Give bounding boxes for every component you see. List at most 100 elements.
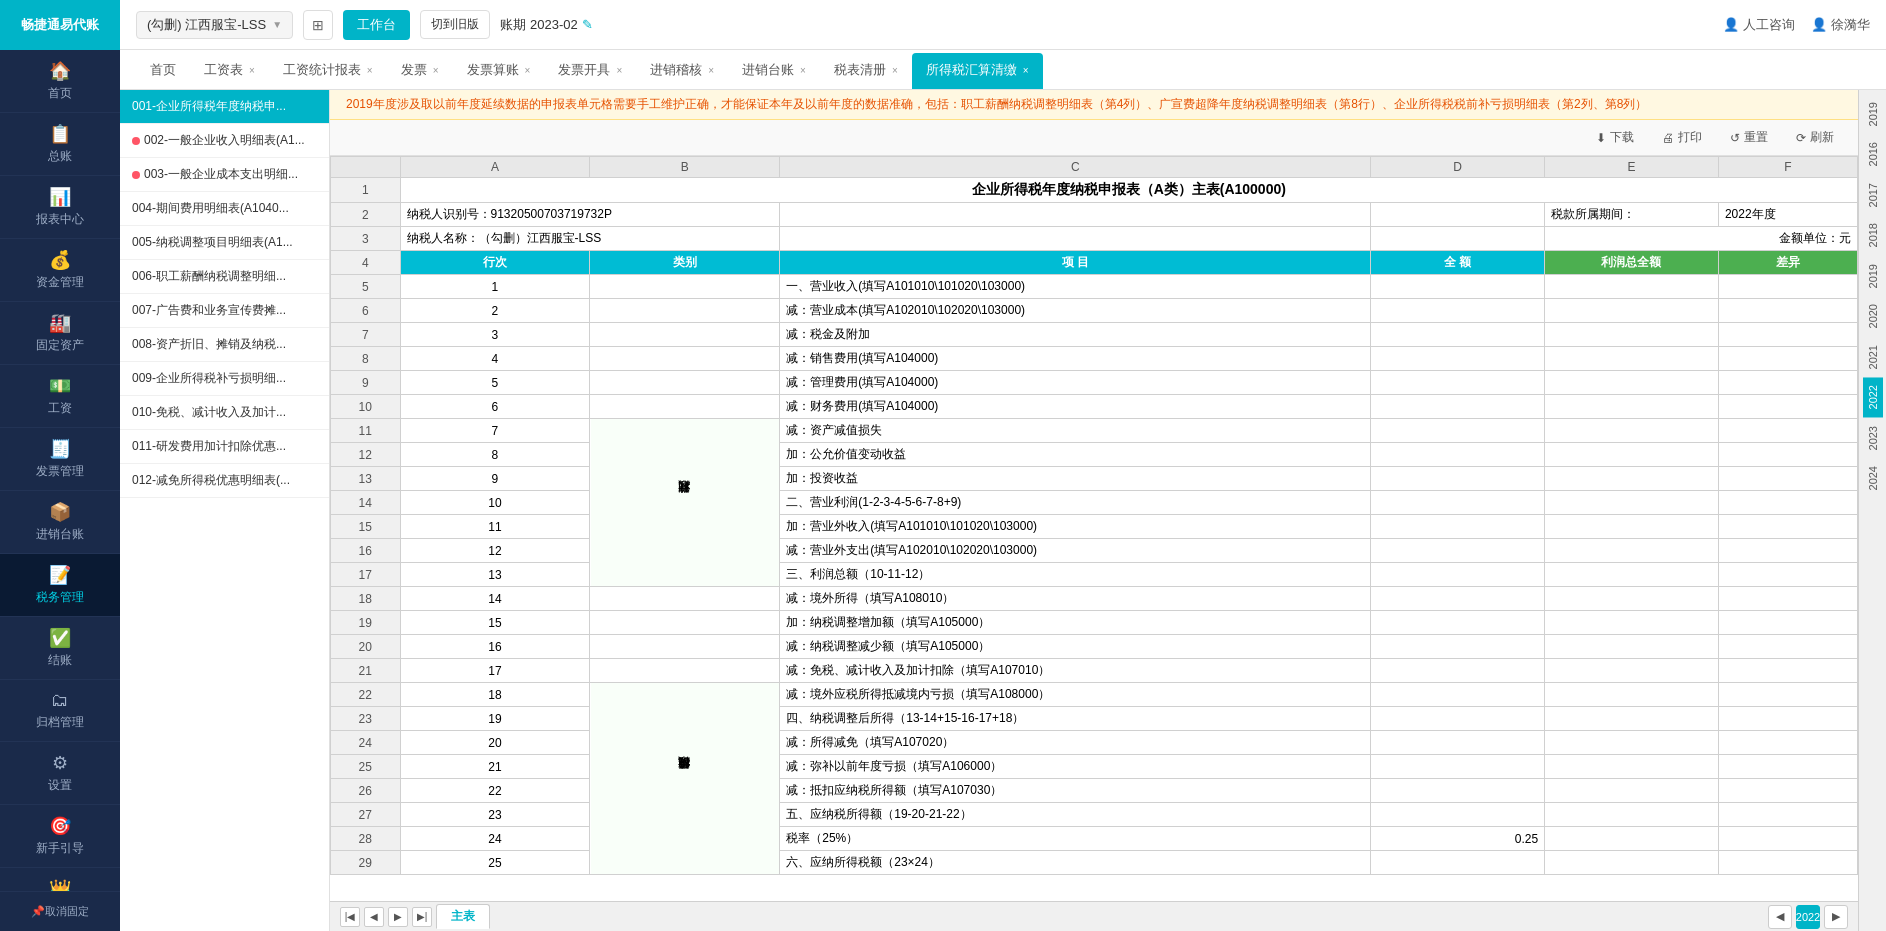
sidebar-item-settle[interactable]: ✅ 结账 (0, 617, 120, 680)
tab-invoice-open-close[interactable]: × (616, 65, 622, 76)
sidebar-item-settings[interactable]: ⚙ 设置 (0, 742, 120, 805)
cell-5f[interactable] (1718, 275, 1857, 299)
sidebar-item-guide[interactable]: 🎯 新手引导 (0, 805, 120, 868)
cell-26a[interactable]: 22 (400, 779, 590, 803)
cell-8e[interactable] (1545, 347, 1719, 371)
sheet-nav-prev[interactable]: ◀ (364, 907, 384, 927)
cell-28f[interactable] (1718, 827, 1857, 851)
cell-19e[interactable] (1545, 611, 1719, 635)
report-item-010[interactable]: 010-免税、减计收入及加计... (120, 396, 329, 430)
tab-tax-clear[interactable]: 税表清册 × (820, 53, 912, 89)
cell-27d[interactable] (1371, 803, 1545, 827)
sheet-nav-next[interactable]: ▶ (388, 907, 408, 927)
cell-23c[interactable]: 四、纳税调整后所得（13-14+15-16-17+18） (780, 707, 1371, 731)
year-2016[interactable]: 2016 (1863, 134, 1883, 174)
cell-29e[interactable] (1545, 851, 1719, 875)
cell-28e[interactable] (1545, 827, 1719, 851)
cell-25e[interactable] (1545, 755, 1719, 779)
cell-14d[interactable] (1371, 491, 1545, 515)
tab-invoice[interactable]: 发票 × (387, 53, 453, 89)
tab-invoice-close[interactable]: × (433, 65, 439, 76)
sheet-scroll-right[interactable]: ▶ (1824, 905, 1848, 929)
cell-11f[interactable] (1718, 419, 1857, 443)
sheet-nav-prev-prev[interactable]: |◀ (340, 907, 360, 927)
cell-6e[interactable] (1545, 299, 1719, 323)
cell-16f[interactable] (1718, 539, 1857, 563)
cell-16e[interactable] (1545, 539, 1719, 563)
year-2019[interactable]: 2019 (1863, 256, 1883, 296)
cell-18c[interactable]: 减：境外所得（填写A108010） (780, 587, 1371, 611)
cell-23e[interactable] (1545, 707, 1719, 731)
cell-18f[interactable] (1718, 587, 1857, 611)
cell-29c[interactable]: 六、应纳所得税额（23×24） (780, 851, 1371, 875)
tab-income-tax-close[interactable]: × (1023, 65, 1029, 76)
cell-27f[interactable] (1718, 803, 1857, 827)
cell-22f[interactable] (1718, 683, 1857, 707)
cell-19c[interactable]: 加：纳税调整增加额（填写A105000） (780, 611, 1371, 635)
cell-19f[interactable] (1718, 611, 1857, 635)
cell-9a[interactable]: 5 (400, 371, 590, 395)
cell-8a[interactable]: 4 (400, 347, 590, 371)
cell-12e[interactable] (1545, 443, 1719, 467)
cell-17e[interactable] (1545, 563, 1719, 587)
sheet-scroll-left[interactable]: ◀ (1768, 905, 1792, 929)
cell-7c[interactable]: 减：税金及附加 (780, 323, 1371, 347)
year-2018[interactable]: 2018 (1863, 215, 1883, 255)
cell-9d[interactable] (1371, 371, 1545, 395)
tab-purchase-ledger-close[interactable]: × (800, 65, 806, 76)
cell-21e[interactable] (1545, 659, 1719, 683)
cell-29d[interactable] (1371, 851, 1545, 875)
year-2019-top[interactable]: 2019 (1863, 94, 1883, 134)
cell-8f[interactable] (1718, 347, 1857, 371)
cell-20f[interactable] (1718, 635, 1857, 659)
cell-26f[interactable] (1718, 779, 1857, 803)
cell-28d[interactable]: 0.25 (1371, 827, 1545, 851)
refresh-button[interactable]: ⟳ 刷新 (1788, 126, 1842, 149)
cell-20e[interactable] (1545, 635, 1719, 659)
cell-12c[interactable]: 加：公允价值变动收益 (780, 443, 1371, 467)
sheet-tab-main[interactable]: 主表 (436, 904, 490, 929)
cell-21f[interactable] (1718, 659, 1857, 683)
year-2023[interactable]: 2023 (1863, 418, 1883, 458)
cell-16a[interactable]: 12 (400, 539, 590, 563)
cell-14e[interactable] (1545, 491, 1719, 515)
cell-10d[interactable] (1371, 395, 1545, 419)
sidebar-item-purchase[interactable]: 📦 进销台账 (0, 491, 120, 554)
download-button[interactable]: ⬇ 下载 (1588, 126, 1642, 149)
print-button[interactable]: 🖨 打印 (1654, 126, 1710, 149)
year-2021[interactable]: 2021 (1863, 337, 1883, 377)
tab-income-tax[interactable]: 所得税汇算清缴 × (912, 53, 1043, 89)
tab-salary-close[interactable]: × (249, 65, 255, 76)
sidebar-item-member[interactable]: 👑 畅会员 (0, 868, 120, 891)
cell-26e[interactable] (1545, 779, 1719, 803)
cell-21c[interactable]: 减：免税、减计收入及加计扣除（填写A107010） (780, 659, 1371, 683)
sidebar-item-report[interactable]: 📊 报表中心 (0, 176, 120, 239)
cell-13f[interactable] (1718, 467, 1857, 491)
cell-23f[interactable] (1718, 707, 1857, 731)
cell-17a[interactable]: 13 (400, 563, 590, 587)
company-selector[interactable]: (勾删) 江西服宝-LSS ▼ (136, 11, 293, 39)
report-item-008[interactable]: 008-资产折旧、摊销及纳税... (120, 328, 329, 362)
cell-5a[interactable]: 1 (400, 275, 590, 299)
cell-12a[interactable]: 8 (400, 443, 590, 467)
cell-25d[interactable] (1371, 755, 1545, 779)
cell-5c[interactable]: 一、营业收入(填写A101010\101020\103000) (780, 275, 1371, 299)
sidebar-item-home[interactable]: 🏠 首页 (0, 50, 120, 113)
cell-20c[interactable]: 减：纳税调整减少额（填写A105000） (780, 635, 1371, 659)
sidebar-item-archive[interactable]: 🗂 归档管理 (0, 680, 120, 742)
tab-salary-stats-close[interactable]: × (367, 65, 373, 76)
switch-version-button[interactable]: 切到旧版 (420, 10, 490, 39)
cell-7e[interactable] (1545, 323, 1719, 347)
cell-7a[interactable]: 3 (400, 323, 590, 347)
ai-consult[interactable]: 👤 人工咨询 (1723, 16, 1795, 34)
cell-27a[interactable]: 23 (400, 803, 590, 827)
copy-btn[interactable]: ⊞ (303, 10, 333, 40)
cell-11d[interactable] (1371, 419, 1545, 443)
cell-12d[interactable] (1371, 443, 1545, 467)
report-item-007[interactable]: 007-广告费和业务宣传费摊... (120, 294, 329, 328)
cell-6c[interactable]: 减：营业成本(填写A102010\102020\103000) (780, 299, 1371, 323)
cell-15c[interactable]: 加：营业外收入(填写A101010\101020\103000) (780, 515, 1371, 539)
cell-14f[interactable] (1718, 491, 1857, 515)
cell-13c[interactable]: 加：投资收益 (780, 467, 1371, 491)
cell-22c[interactable]: 减：境外应税所得抵减境内亏损（填写A108000） (780, 683, 1371, 707)
